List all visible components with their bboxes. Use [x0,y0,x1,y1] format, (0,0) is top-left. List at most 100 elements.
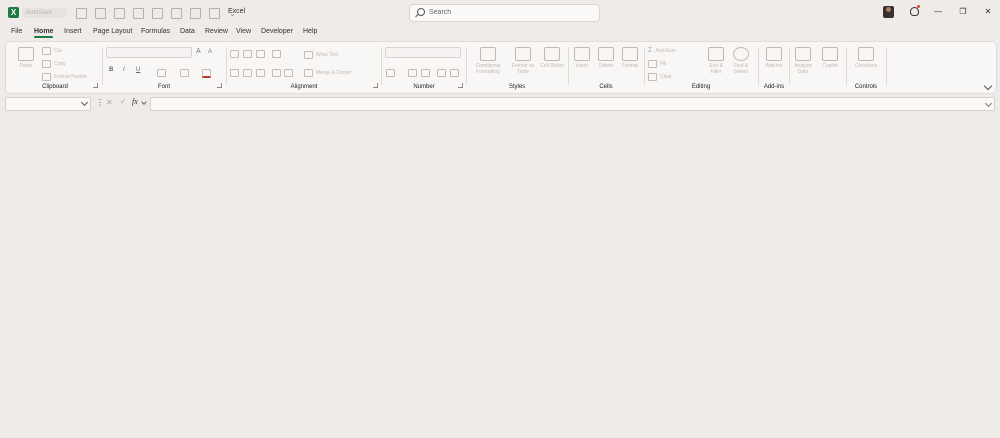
clear-button[interactable]: Clear [648,73,672,81]
camera-icon[interactable] [190,7,201,19]
scissors-icon [42,47,51,55]
cells-label: Cells [599,84,613,90]
font-launcher-icon[interactable] [217,83,222,88]
cell-styles-button[interactable]: Cell Styles [540,47,564,81]
font-name-select[interactable] [106,47,192,58]
enter-icon[interactable]: ✓ [120,97,127,106]
decrease-font-button[interactable]: A [208,49,212,55]
restore-button[interactable]: ❐ [957,6,969,18]
increase-indent-icon[interactable] [284,69,293,77]
underline-button[interactable]: U [136,67,140,73]
tab-insert[interactable]: Insert [64,28,82,35]
decrease-decimal-icon[interactable] [450,69,459,77]
editing-group: Σ AutoSum Fill Clear Sort & Filter Find … [646,45,756,91]
avatar[interactable] [883,6,894,18]
tab-page-layout[interactable]: Page Layout [93,28,132,35]
autosave-toggle[interactable]: AutoSave [22,8,68,18]
decrease-indent-icon[interactable] [272,69,281,77]
align-center-icon[interactable] [243,69,252,77]
paste-button[interactable]: Paste [12,47,40,81]
bar-chart-icon[interactable] [152,7,163,19]
insert-function-icon[interactable]: fx [132,97,138,106]
bold-button[interactable]: B [109,67,113,73]
search-box[interactable] [409,4,600,22]
format-table-icon [515,47,531,61]
find-select-button[interactable]: Find & Select [728,47,754,81]
conditional-formatting-button[interactable]: Conditional Formatting [470,47,506,81]
italic-button[interactable]: I [123,67,125,73]
more-options-icon[interactable]: ⋮ [96,98,104,107]
copilot-icon [822,47,838,61]
delete-cells-button[interactable]: Delete [594,47,618,81]
tab-home[interactable]: Home [34,28,54,38]
insert-cells-button[interactable]: Insert [570,47,594,81]
chart-icon[interactable] [114,7,125,19]
save-icon[interactable] [76,7,87,19]
fill-color-icon[interactable] [180,69,189,77]
target-icon[interactable] [209,7,220,19]
align-left-icon[interactable] [230,69,239,77]
tab-data[interactable]: Data [180,28,195,35]
analyze-data-button[interactable]: Analyze Data [791,47,815,81]
cut-button[interactable]: Cut [42,47,62,55]
close-button[interactable]: ✕ [982,6,994,18]
align-right-icon[interactable] [256,69,265,77]
align-bottom-icon[interactable] [256,50,265,58]
borders-icon[interactable] [157,69,166,77]
copilot-button[interactable]: Copilot [817,47,843,81]
tab-developer[interactable]: Developer [261,28,293,35]
name-box[interactable] [5,97,91,111]
minimize-button[interactable]: — [932,6,944,18]
magnifier-icon [733,47,749,61]
accounting-format-icon[interactable] [386,69,395,77]
tab-view[interactable]: View [236,28,251,35]
ribbon: Paste Cut Copy Format Painter Clipboard … [5,41,997,94]
workspace-area [0,112,1000,438]
font-color-icon[interactable] [202,69,211,78]
comma-style-icon[interactable] [421,69,430,77]
increase-font-button[interactable]: A [196,48,201,55]
addins-button[interactable]: Add-ins [760,47,788,81]
wrap-text-button[interactable]: Wrap Text [304,51,338,59]
orientation-icon[interactable] [272,50,281,58]
align-middle-icon[interactable] [243,50,252,58]
alignment-label: Alignment [290,84,318,90]
cell-styles-icon [544,47,560,61]
lightbulb-icon[interactable] [910,5,920,16]
cancel-icon[interactable]: ✕ [106,98,113,107]
merge-center-button[interactable]: Merge & Center [304,69,351,77]
chevron-down-icon[interactable] [141,99,147,105]
clipboard-launcher-icon[interactable] [93,83,98,88]
alignment-launcher-icon[interactable] [373,83,378,88]
ribbon-tabs: File Home Insert Page Layout Formulas Da… [0,27,1000,40]
formula-input[interactable] [150,97,995,111]
checkbox-button[interactable]: Checkbox [850,47,882,81]
align-top-icon[interactable] [230,50,239,58]
number-launcher-icon[interactable] [458,83,463,88]
format-painter-button[interactable]: Format Painter [42,73,87,81]
fill-button[interactable]: Fill [648,60,666,68]
sort-filter-button[interactable]: Sort & Filter [704,47,728,81]
table-icon[interactable] [133,7,144,19]
tab-help[interactable]: Help [303,28,317,35]
number-format-select[interactable] [385,47,461,58]
tab-formulas[interactable]: Formulas [141,28,170,35]
column-chart-icon[interactable] [171,7,182,19]
search-input[interactable] [429,7,589,18]
undo-icon[interactable] [95,7,106,19]
expand-formula-icon[interactable] [984,99,993,108]
increase-decimal-icon[interactable] [437,69,446,77]
chevron-down-icon[interactable] [80,98,89,107]
divider [846,47,847,85]
tab-file[interactable]: File [11,28,22,35]
copy-button[interactable]: Copy [42,60,66,68]
tab-review[interactable]: Review [205,28,228,35]
wrap-text-icon [304,51,313,59]
format-as-table-button[interactable]: Format as Table [508,47,538,81]
percent-icon[interactable] [408,69,417,77]
format-cells-button[interactable]: Format [618,47,642,81]
autosum-button[interactable]: Σ AutoSum [648,47,676,54]
font-group: A A B I U Font [104,45,224,91]
divider [568,47,569,85]
collapse-ribbon-icon[interactable] [983,81,993,91]
